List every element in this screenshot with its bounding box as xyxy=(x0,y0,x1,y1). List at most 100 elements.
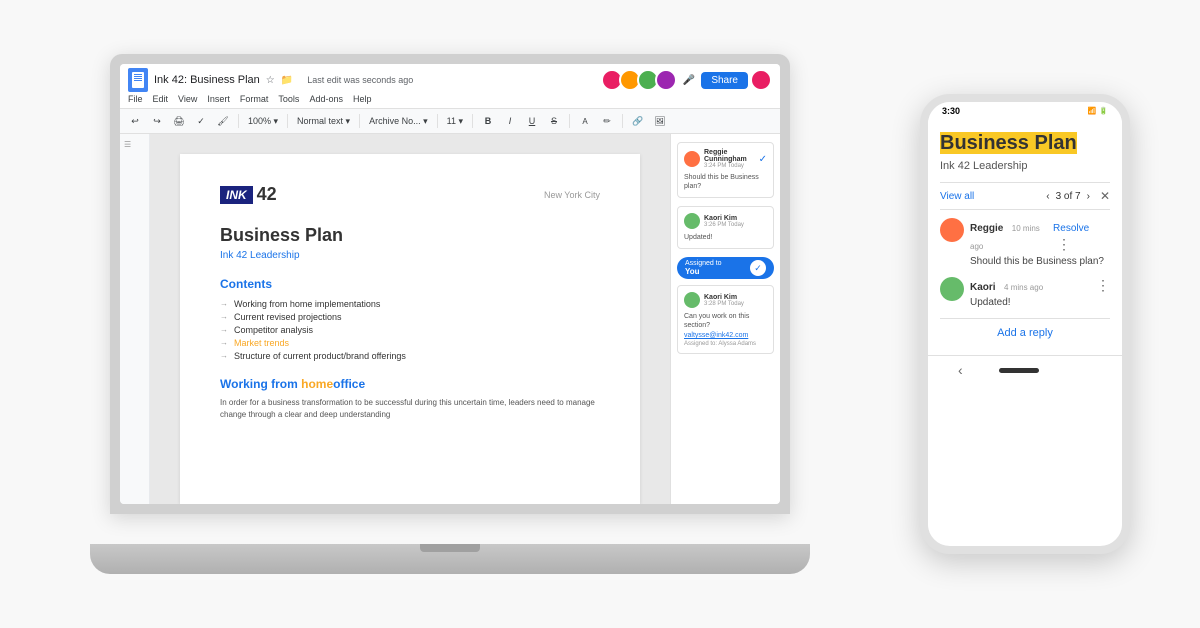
comment-2-meta: Kaori Kim 3:26 PM Today xyxy=(704,215,767,228)
laptop: Ink 42: Business Plan ☆ 📁 Last edit was … xyxy=(110,54,830,574)
menu-format[interactable]: Format xyxy=(240,94,269,104)
menu-insert[interactable]: Insert xyxy=(207,94,230,104)
docs-title-right: 🎤 Share xyxy=(601,69,772,91)
last-edit-text: Last edit was seconds ago xyxy=(307,75,413,85)
undo-button[interactable]: ↩ xyxy=(126,112,144,130)
phone-comment-1-body: Reggie 10 mins ago Resolve ⋮ Should this… xyxy=(970,218,1110,267)
resolve-button[interactable]: Resolve xyxy=(1053,223,1089,234)
comment-1-time: 3:24 PM Today xyxy=(704,163,759,169)
highlight-button[interactable]: ✏ xyxy=(598,112,616,130)
phone-comment-1-header: Reggie 10 mins ago Resolve ⋮ xyxy=(970,218,1110,254)
docs-filename: Ink 42: Business Plan xyxy=(154,74,260,86)
comment-3-link[interactable]: valtysse@ink42.com xyxy=(684,332,748,339)
comment-card-3: Kaori Kim 3:28 PM Today Can you work on … xyxy=(677,285,774,354)
doc-section-title-2: Working from homeoffice xyxy=(220,377,600,391)
docs-content: ☰ INK 42 New York City xyxy=(120,134,780,504)
phone-comment-1-more[interactable]: ⋮ xyxy=(1057,236,1071,252)
list-item-3: Competitor analysis xyxy=(220,325,600,335)
nav-prev-button[interactable]: ‹ xyxy=(1046,191,1049,202)
text-color-button[interactable]: A xyxy=(576,112,594,130)
comment-2-text: Updated! xyxy=(684,233,767,242)
assigned-badge: Assigned to You ✓ xyxy=(677,257,774,279)
menu-help[interactable]: Help xyxy=(353,94,372,104)
strikethrough-button[interactable]: S xyxy=(545,112,563,130)
redo-button[interactable]: ↪ xyxy=(148,112,166,130)
docs-page: INK 42 New York City Business Plan Ink 4… xyxy=(180,154,640,504)
menu-edit[interactable]: Edit xyxy=(153,94,169,104)
doc-title: Business Plan xyxy=(220,225,600,246)
spellcheck-button[interactable]: ✓ xyxy=(192,112,210,130)
doc-logo-box: INK xyxy=(220,186,253,204)
nav-next-button[interactable]: › xyxy=(1087,191,1090,202)
doc-contents-list: Working from home implementations Curren… xyxy=(220,299,600,361)
comment-1-avatar xyxy=(684,151,700,167)
list-item-2: Current revised projections xyxy=(220,312,600,322)
share-button[interactable]: Share xyxy=(701,72,748,89)
comment-2-avatar xyxy=(684,213,700,229)
phone-comment-2-left: Kaori 4 mins ago xyxy=(970,277,1043,295)
phone-status-bar: 3:30 📶 🔋 xyxy=(928,102,1122,120)
doc-logo: INK 42 xyxy=(220,184,277,205)
docs-page-area: INK 42 New York City Business Plan Ink 4… xyxy=(150,134,670,504)
phone-comment-2-time: 4 mins ago xyxy=(1004,283,1043,292)
zoom-select[interactable]: 100% ▾ xyxy=(245,115,281,128)
list-item-1: Working from home implementations xyxy=(220,299,600,309)
bold-button[interactable]: B xyxy=(479,112,497,130)
menu-view[interactable]: View xyxy=(178,94,197,104)
phone-comment-2-body: Kaori 4 mins ago ⋮ Updated! xyxy=(970,277,1110,308)
comment-3-avatar xyxy=(684,292,700,308)
folder-icon: 📁 xyxy=(281,75,293,86)
phone: 3:30 📶 🔋 Business Plan Ink 42 Leadership… xyxy=(920,94,1130,554)
comment-card-1-header: Reggie Cunningham 3:24 PM Today ✓ xyxy=(684,149,767,169)
menu-file[interactable]: File xyxy=(128,94,143,104)
voice-icon: 🎤 xyxy=(683,75,695,86)
toolbar-separator-5 xyxy=(472,114,473,128)
avatar-4 xyxy=(655,69,677,91)
phone-back-button[interactable]: ‹ xyxy=(958,362,963,378)
doc-logo-area: INK 42 New York City xyxy=(220,184,600,205)
print-button[interactable]: 🖨 xyxy=(170,112,188,130)
phone-comment-2: Kaori 4 mins ago ⋮ Updated! xyxy=(940,277,1110,308)
phone-comment-2-more[interactable]: ⋮ xyxy=(1096,277,1110,294)
doc-contents-heading: Contents xyxy=(220,277,600,291)
comment-3-assignee: Assigned to: Alyssa Adams xyxy=(684,341,767,347)
italic-button[interactable]: I xyxy=(501,112,519,130)
add-reply-button[interactable]: Add a reply xyxy=(940,318,1110,347)
underline-button[interactable]: U xyxy=(523,112,541,130)
comment-card-3-header: Kaori Kim 3:28 PM Today xyxy=(684,292,767,308)
docs-header: Ink 42: Business Plan ☆ 📁 Last edit was … xyxy=(120,64,780,109)
phone-doc-title: Business Plan xyxy=(940,132,1077,154)
phone-doc-subtitle: Ink 42 Leadership xyxy=(940,160,1110,172)
docs-title-bar: Ink 42: Business Plan ☆ 📁 Last edit was … xyxy=(128,68,772,92)
assigned-you-text: You xyxy=(685,267,722,276)
link-button[interactable]: 🔗 xyxy=(629,112,647,130)
phone-doc-header: Business Plan Ink 42 Leadership xyxy=(928,120,1122,182)
collaborator-avatars xyxy=(601,69,677,91)
nav-close-button[interactable]: ✕ xyxy=(1100,189,1110,203)
wifi-icon: 📶 xyxy=(1088,107,1097,115)
paint-format-button[interactable]: 🖌 xyxy=(214,112,232,130)
laptop-screen: Ink 42: Business Plan ☆ 📁 Last edit was … xyxy=(110,54,790,514)
font-size-select[interactable]: 11 ▾ xyxy=(444,115,466,128)
star-icon: ☆ xyxy=(266,75,275,86)
docs-toolbar: ↩ ↪ 🖨 ✓ 🖌 100% ▾ Normal text ▾ Archive N… xyxy=(120,109,780,134)
phone-home-indicator[interactable] xyxy=(999,368,1039,373)
font-select[interactable]: Archive No... ▾ xyxy=(366,115,431,128)
phone-comment-1-text: Should this be Business plan? xyxy=(970,256,1110,267)
menu-tools[interactable]: Tools xyxy=(278,94,299,104)
docs-sidebar-left: ☰ xyxy=(120,134,150,504)
phone-comment-1-left: Reggie 10 mins ago xyxy=(970,218,1053,254)
comment-1-author: Reggie Cunningham xyxy=(704,149,759,163)
outline-icon: ☰ xyxy=(120,134,149,155)
menu-addons[interactable]: Add-ons xyxy=(309,94,343,104)
toolbar-separator-6 xyxy=(569,114,570,128)
phone-comment-1-author: Reggie xyxy=(970,223,1003,234)
doc-logo-number: 42 xyxy=(257,184,277,205)
comment-card-2: Kaori Kim 3:26 PM Today Updated! xyxy=(677,206,774,249)
toolbar-separator-1 xyxy=(238,114,239,128)
image-button[interactable]: 🖼 xyxy=(651,112,669,130)
view-all-button[interactable]: View all xyxy=(940,191,974,202)
assigned-to-text: Assigned to xyxy=(685,260,722,267)
comment-1-check-icon: ✓ xyxy=(759,154,767,165)
paragraph-style-select[interactable]: Normal text ▾ xyxy=(294,115,353,128)
